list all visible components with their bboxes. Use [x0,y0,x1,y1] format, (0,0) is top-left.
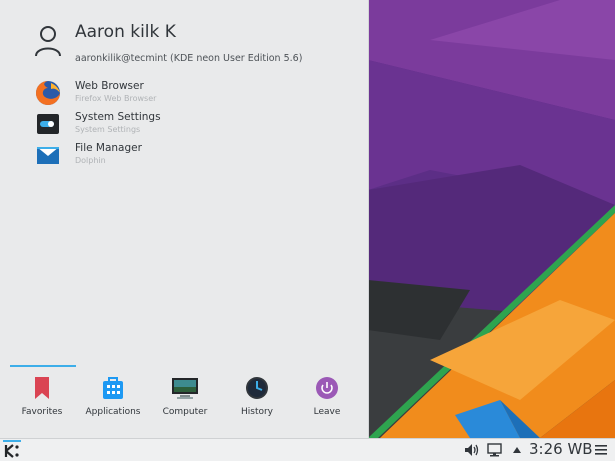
tab-label: Favorites [21,407,63,417]
favorite-title: Web Browser [75,80,144,92]
system-settings-icon [37,114,59,134]
favorite-subtitle: System Settings [75,125,141,134]
favorite-title: File Manager [75,142,142,154]
active-tab-indicator [10,365,76,367]
tab-label: Computer [162,407,208,417]
user-header: Aaron kilk K aaronkilik@tecmint (KDE neo… [30,18,360,73]
hamburger-menu-icon[interactable] [594,442,608,458]
tab-applications[interactable]: Applications [76,371,150,431]
user-avatar-icon[interactable] [34,24,62,58]
tab-label: History [240,407,274,417]
bookmark-icon [35,377,49,399]
clock-icon [246,377,268,399]
user-name: Aaron kilk K [75,22,176,42]
power-icon [316,377,338,399]
launcher-tabs: Favorites Applications Computer History … [0,365,368,438]
kde-launcher-button[interactable] [3,440,21,459]
volume-icon[interactable] [463,442,481,458]
favorite-system-settings[interactable]: System Settings System Settings [35,109,355,139]
favorite-web-browser[interactable]: Web Browser Firefox Web Browser [35,78,355,108]
network-icon[interactable] [487,442,503,458]
expand-arrow-icon[interactable] [511,442,523,458]
applications-icon [103,377,123,399]
application-launcher: Aaron kilk K aaronkilik@tecmint (KDE neo… [0,0,369,438]
favorite-title: System Settings [75,111,161,123]
tab-history[interactable]: History [220,371,294,431]
favorite-subtitle: Dolphin [75,156,106,165]
kde-logo-icon [4,444,19,458]
tab-computer[interactable]: Computer [148,371,222,431]
favorite-file-manager[interactable]: File Manager Dolphin [35,140,355,170]
user-host: aaronkilik@tecmint (KDE neon User Editio… [75,53,303,64]
tab-leave[interactable]: Leave [290,371,364,431]
firefox-icon [36,81,60,105]
computer-icon [172,378,198,399]
dolphin-icon [37,147,59,164]
digital-clock[interactable]: 3:26 WB [529,440,593,458]
tab-favorites[interactable]: Favorites [5,371,79,431]
favorite-subtitle: Firefox Web Browser [75,94,157,103]
taskbar: 3:26 WB [0,438,615,461]
tab-label: Applications [85,407,141,417]
tab-label: Leave [313,407,341,417]
